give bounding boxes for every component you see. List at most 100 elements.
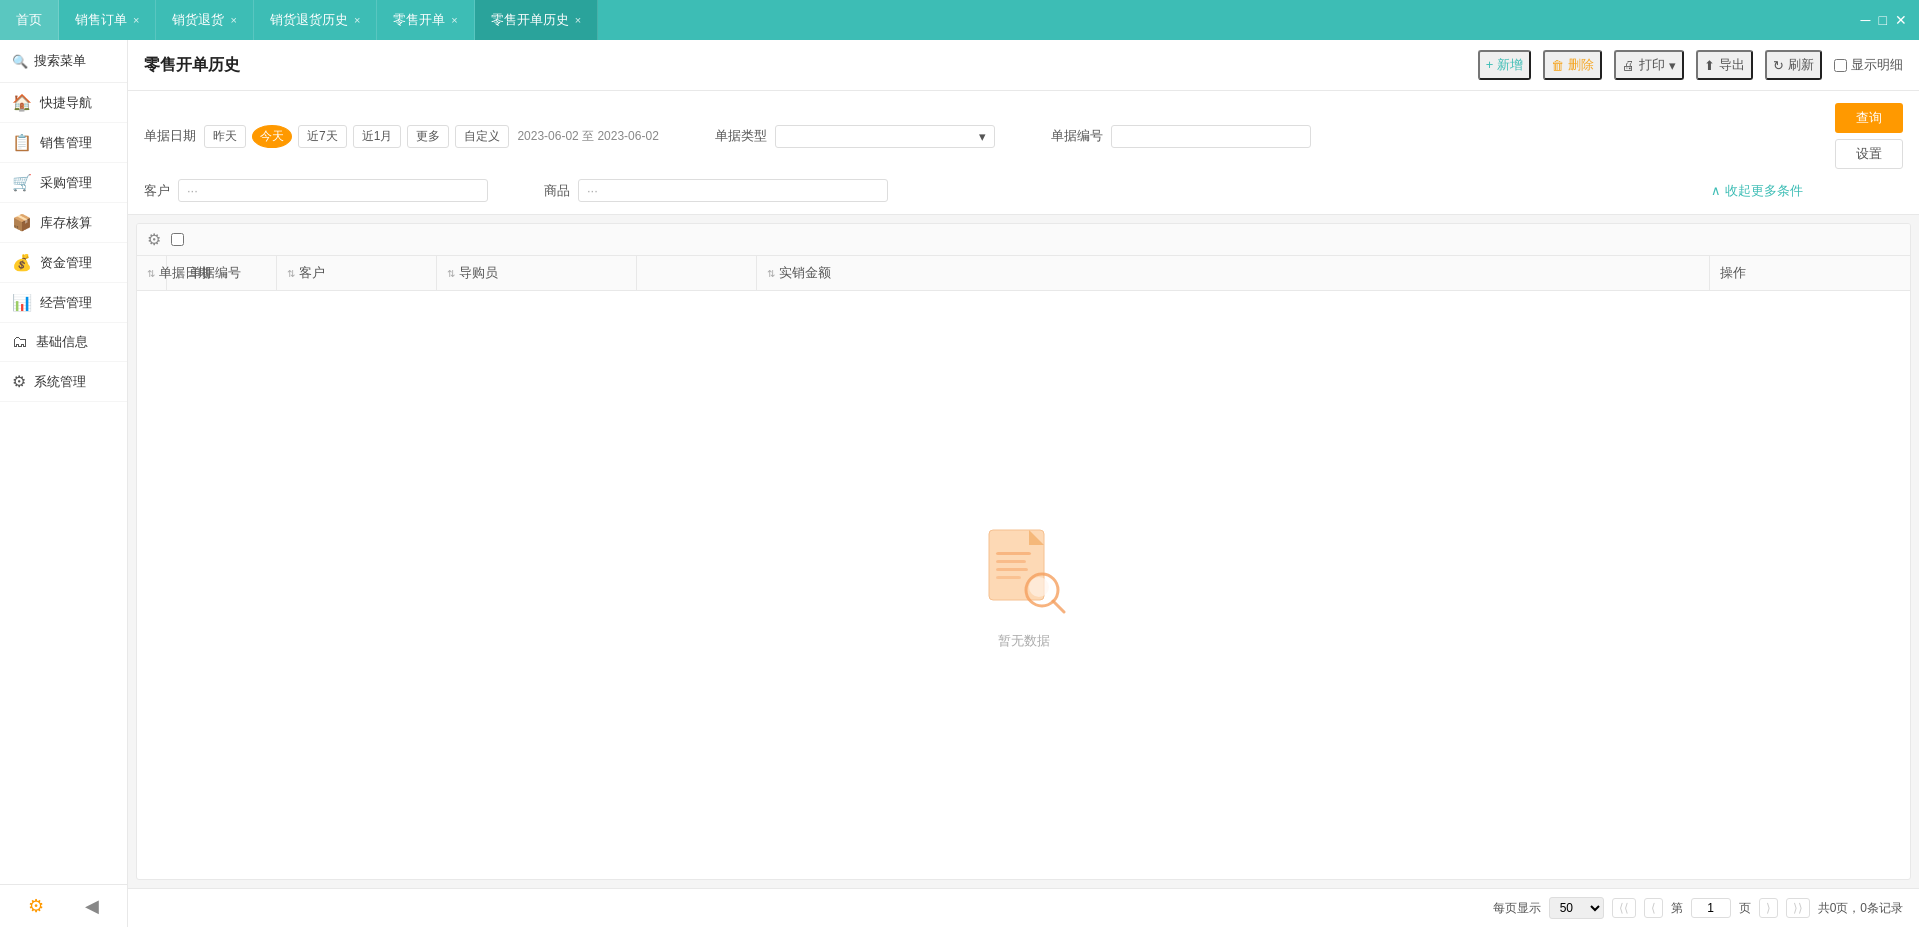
order-no-label: 单据编号 (1051, 127, 1103, 145)
sidebar-item-inventory[interactable]: 📦 库存核算 (0, 203, 127, 243)
order-no-input[interactable] (1111, 125, 1311, 148)
close-icon[interactable]: × (230, 14, 236, 26)
table-empty-state: 暂无数据 (137, 291, 1910, 879)
sidebar-item-operations[interactable]: 📊 经营管理 (0, 283, 127, 323)
delete-button[interactable]: 🗑 删除 (1543, 50, 1602, 80)
sidebar-item-sales-label: 销售管理 (40, 134, 92, 152)
nav-tab-sales[interactable]: 销售订单 × (59, 0, 156, 40)
collapse-up-icon: ∧ (1711, 183, 1721, 198)
nav-tab-retail[interactable]: 零售开单 × (377, 0, 474, 40)
nav-tab-return-history[interactable]: 销货退货历史 × (254, 0, 377, 40)
delete-label: 删除 (1568, 56, 1594, 74)
settings-icon[interactable]: ⚙ (28, 895, 44, 917)
date-custom-btn[interactable]: 自定义 (455, 125, 509, 148)
close-icon[interactable]: × (354, 14, 360, 26)
collapse-icon[interactable]: ◀ (85, 895, 99, 917)
order-type-label: 单据类型 (715, 127, 767, 145)
top-nav: 首页 销售订单 × 销货退货 × 销货退货历史 × 零售开单 × 零售开单历史 … (0, 0, 1919, 40)
date-filter-item: 单据日期 昨天 今天 近7天 近1月 更多 自定义 2023-06-02 至 2… (144, 125, 659, 148)
next-page-button[interactable]: ⟩ (1759, 898, 1778, 918)
sidebar-item-system[interactable]: ⚙ 系统管理 (0, 362, 127, 402)
close-icon[interactable]: × (575, 14, 581, 26)
svg-rect-5 (996, 568, 1028, 571)
nav-tab-return[interactable]: 销货退货 × (156, 0, 253, 40)
sidebar-item-finance[interactable]: 💰 资金管理 (0, 243, 127, 283)
finance-icon: 💰 (12, 253, 32, 272)
export-button[interactable]: ⬆ 导出 (1696, 50, 1753, 80)
show-detail-checkbox[interactable] (1834, 59, 1847, 72)
page-number-input[interactable] (1691, 898, 1731, 918)
query-button[interactable]: 查询 (1835, 103, 1903, 133)
operations-icon: 📊 (12, 293, 32, 312)
filter-row-1: 单据日期 昨天 今天 近7天 近1月 更多 自定义 2023-06-02 至 2… (144, 103, 1903, 169)
close-icon[interactable]: × (451, 14, 457, 26)
date-7days-btn[interactable]: 近7天 (298, 125, 347, 148)
nav-tab-retail-history[interactable]: 零售开单历史 × (475, 0, 598, 40)
per-page-select[interactable]: 50 10 20 100 (1549, 897, 1604, 919)
maximize-icon[interactable]: □ (1879, 12, 1887, 28)
minimize-icon[interactable]: ─ (1861, 12, 1871, 28)
print-button[interactable]: 🖨 打印 ▾ (1614, 50, 1684, 80)
date-filter: 昨天 今天 近7天 近1月 更多 自定义 (204, 125, 509, 148)
order-type-filter: 单据类型 ▾ (715, 125, 995, 148)
sort-icon-4[interactable]: ⇅ (447, 268, 455, 279)
th-operation: 操作 (1710, 256, 1830, 290)
customer-input[interactable]: ··· (178, 179, 488, 202)
order-type-select[interactable]: ▾ (775, 125, 995, 148)
export-label: 导出 (1719, 56, 1745, 74)
select-all-checkbox[interactable] (171, 233, 184, 246)
sidebar-item-sales[interactable]: 📋 销售管理 (0, 123, 127, 163)
first-page-button[interactable]: ⟨⟨ (1612, 898, 1636, 918)
svg-line-9 (1053, 601, 1064, 612)
date-yesterday-btn[interactable]: 昨天 (204, 125, 246, 148)
sort-icon-2[interactable]: ⇅ (177, 268, 185, 279)
total-label: 共0页，0条记录 (1818, 900, 1903, 917)
refresh-button[interactable]: ↻ 刷新 (1765, 50, 1822, 80)
sidebar-item-operations-label: 经营管理 (40, 294, 92, 312)
date-more-btn[interactable]: 更多 (407, 125, 449, 148)
sidebar-item-quick-nav-label: 快捷导航 (40, 94, 92, 112)
filter-area: 单据日期 昨天 今天 近7天 近1月 更多 自定义 2023-06-02 至 2… (128, 91, 1919, 215)
content: 零售开单历史 + 新增 🗑 删除 🖨 打印 ▾ ⬆ 导出 ↻ (128, 40, 1919, 927)
sort-icon-5[interactable]: ⇅ (767, 268, 775, 279)
empty-illustration (974, 520, 1074, 620)
search-icon: 🔍 (12, 54, 28, 69)
sort-icon-3[interactable]: ⇅ (287, 268, 295, 279)
last-page-button[interactable]: ⟩⟩ (1786, 898, 1810, 918)
add-button[interactable]: + 新增 (1478, 50, 1531, 80)
nav-tab-home[interactable]: 首页 (0, 0, 59, 40)
sidebar: 🔍 搜索菜单 🏠 快捷导航 📋 销售管理 🛒 采购管理 📦 库存核算 💰 资金管… (0, 40, 128, 927)
sidebar-item-purchase[interactable]: 🛒 采购管理 (0, 163, 127, 203)
date-1month-btn[interactable]: 近1月 (353, 125, 402, 148)
sidebar-search[interactable]: 🔍 搜索菜单 (0, 40, 127, 83)
sort-icon[interactable]: ⇅ (147, 268, 155, 279)
refresh-label: 刷新 (1788, 56, 1814, 74)
prev-page-button[interactable]: ⟨ (1644, 898, 1663, 918)
collapse-label: 收起更多条件 (1725, 182, 1803, 200)
sidebar-item-quick-nav[interactable]: 🏠 快捷导航 (0, 83, 127, 123)
close-icon[interactable]: × (133, 14, 139, 26)
refresh-icon: ↻ (1773, 58, 1784, 73)
show-detail-toggle[interactable]: 显示明细 (1834, 56, 1903, 74)
date-label: 单据日期 (144, 127, 196, 145)
sidebar-item-basic-info[interactable]: 🗂 基础信息 (0, 323, 127, 362)
export-icon: ⬆ (1704, 58, 1715, 73)
sidebar-item-basic-info-label: 基础信息 (36, 333, 88, 351)
settings-button[interactable]: 设置 (1835, 139, 1903, 169)
table-settings-icon[interactable]: ⚙ (147, 230, 161, 249)
filter-row-2: 客户 ··· 商品 ··· ∧ 收起更多条件 (144, 179, 1903, 202)
page-title: 零售开单历史 (144, 55, 240, 76)
th-order-no-label: 单据编号 (189, 264, 241, 282)
main-layout: 🔍 搜索菜单 🏠 快捷导航 📋 销售管理 🛒 采购管理 📦 库存核算 💰 资金管… (0, 40, 1919, 927)
goods-input[interactable]: ··· (578, 179, 888, 202)
chevron-down-icon: ▾ (979, 129, 986, 144)
date-today-btn[interactable]: 今天 (252, 125, 292, 148)
empty-text: 暂无数据 (998, 632, 1050, 650)
th-customer-label: 客户 (299, 264, 325, 282)
nav-tab-home-label: 首页 (16, 11, 42, 29)
close-window-icon[interactable]: ✕ (1895, 12, 1907, 28)
nav-tab-return-label: 销货退货 (172, 11, 224, 29)
collapse-button[interactable]: ∧ 收起更多条件 (1711, 182, 1803, 200)
nav-tab-sales-label: 销售订单 (75, 11, 127, 29)
order-no-filter: 单据编号 (1051, 125, 1311, 148)
